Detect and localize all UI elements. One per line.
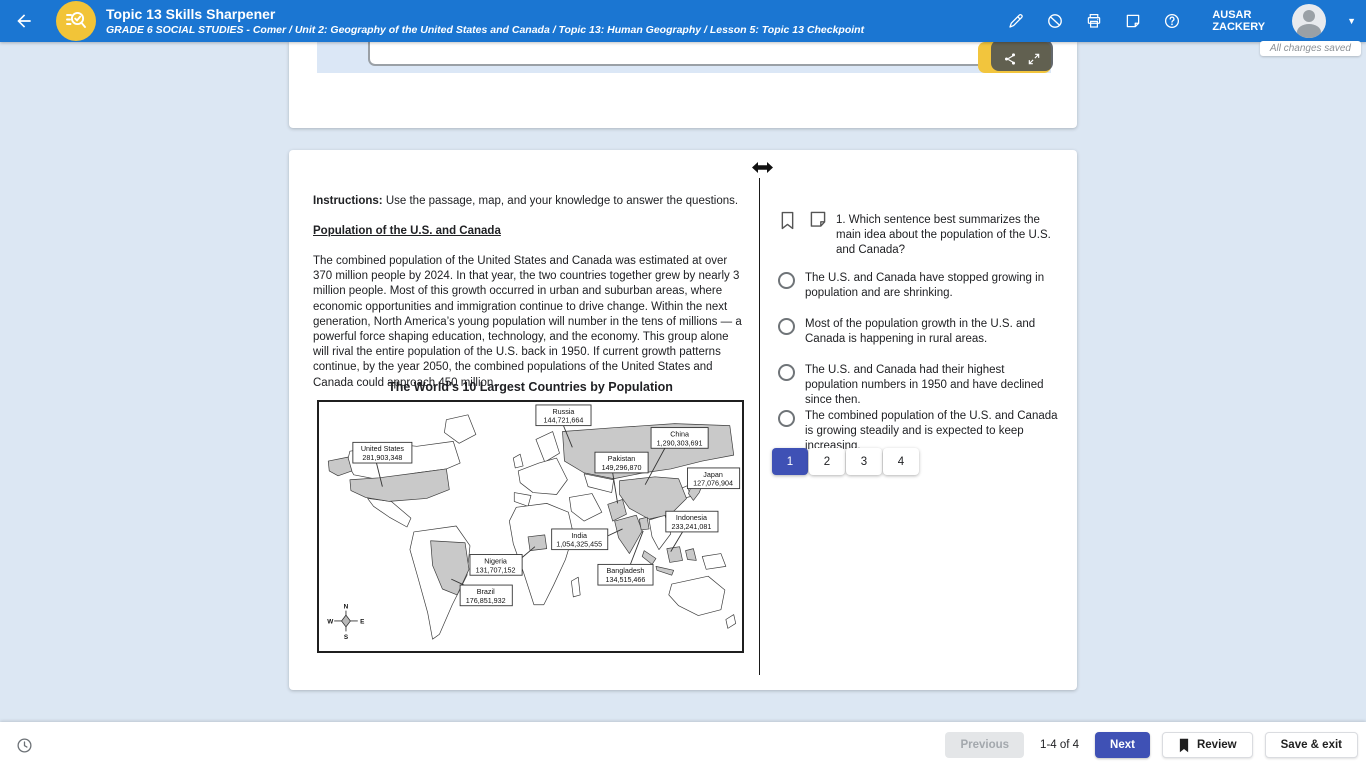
compass-rose-icon: N S W E: [327, 604, 364, 642]
map-label-country: Indonesia: [676, 514, 707, 522]
map-title: The World’s 10 Largest Countries by Popu…: [388, 380, 673, 394]
country-shape-indonesia: [685, 548, 697, 561]
radio-button[interactable]: [778, 318, 795, 335]
help-icon[interactable]: [1163, 12, 1181, 30]
country-shape-indonesia: [666, 546, 683, 563]
map-label-population: 134,515,466: [606, 576, 646, 584]
answer-option-label[interactable]: The U.S. and Canada had their highest po…: [805, 363, 1058, 408]
svg-text:E: E: [360, 618, 364, 625]
radio-button[interactable]: [778, 410, 795, 427]
map-label-population: 131,707,152: [476, 566, 516, 574]
map-label-country: Bangladesh: [607, 567, 645, 575]
timer-clock-icon[interactable]: [16, 737, 33, 754]
map-label-population: 144,721,664: [544, 417, 584, 425]
map-label-population: 127,076,904: [693, 480, 733, 488]
media-toolbar: [991, 42, 1053, 71]
map-label-population: 233,241,081: [671, 523, 711, 531]
app-logo-icon: [56, 1, 96, 41]
passage-panel: Instructions: Use the passage, map, and …: [313, 150, 745, 690]
back-button[interactable]: [4, 1, 44, 41]
instructions-label: Instructions:: [313, 195, 383, 207]
share-icon[interactable]: [1003, 52, 1017, 66]
instructions-text: Use the passage, map, and your knowledge…: [382, 195, 739, 207]
fullscreen-icon[interactable]: [1027, 52, 1041, 66]
answer-option-label[interactable]: The U.S. and Canada have stopped growing…: [805, 271, 1058, 301]
svg-text:Indonesia233,241,081: Indonesia 233,241,081: [671, 514, 711, 531]
map-figure: The World’s 10 Largest Countries by Popu…: [317, 380, 744, 653]
review-button-label: Review: [1196, 739, 1237, 751]
map-label-population: 1,054,325,455: [556, 541, 602, 549]
map-label-population: 176,851,932: [466, 597, 506, 605]
bottom-toolbar: Previous 1-4 of 4 Next Review Save & exi…: [0, 722, 1366, 768]
radio-button[interactable]: [778, 364, 795, 381]
breadcrumb: GRADE 6 SOCIAL STUDIES - Comer / Unit 2:…: [106, 23, 865, 36]
svg-text:Bangladesh134,515,466: Bangladesh 134,515,466: [606, 567, 646, 584]
map-label-country: India: [571, 532, 587, 540]
notes-icon[interactable]: [1124, 12, 1142, 30]
next-button[interactable]: Next: [1095, 732, 1150, 758]
country-shape-nigeria: [527, 534, 548, 551]
map-label-population: 1,290,303,691: [657, 439, 703, 447]
back-arrow-icon: [17, 14, 31, 28]
map-label-country: China: [670, 430, 689, 438]
page-button-2[interactable]: 2: [809, 448, 845, 475]
block-eliminate-icon[interactable]: [1046, 12, 1064, 30]
country-shape-india: [614, 514, 643, 554]
instructions-line: Instructions: Use the passage, map, and …: [313, 194, 745, 209]
map-label-population: 149,296,870: [602, 464, 642, 472]
add-note-icon[interactable]: [810, 211, 826, 228]
svg-text:N: N: [344, 604, 349, 611]
radio-button[interactable]: [778, 272, 795, 289]
page-title: Topic 13 Skills Sharpener: [106, 5, 276, 22]
review-bookmark-icon: [1179, 738, 1189, 752]
user-menu[interactable]: AUSAR ZACKERY: [1212, 9, 1265, 33]
save-exit-button[interactable]: Save & exit: [1264, 732, 1358, 758]
map-label-country: Brazil: [477, 588, 495, 596]
answer-option[interactable]: The U.S. and Canada have stopped growing…: [778, 271, 1058, 301]
svg-text:S: S: [344, 634, 348, 641]
annotate-pen-icon[interactable]: [1007, 12, 1025, 30]
avatar[interactable]: [1292, 4, 1327, 38]
panel-resize-handle[interactable]: [752, 160, 773, 175]
map-label-country: Russia: [553, 408, 575, 416]
country-shape-bangladesh: [638, 516, 650, 531]
map-label-country: United States: [361, 445, 404, 453]
question-text: 1. Which sentence best summarizes the ma…: [836, 214, 1051, 256]
previous-activity-card: [289, 42, 1077, 128]
answer-option[interactable]: The U.S. and Canada had their highest po…: [778, 363, 1058, 408]
print-icon[interactable]: [1085, 12, 1103, 30]
map-label-population: 281,903,348: [362, 454, 402, 462]
activity-input-box: [368, 42, 1040, 66]
passage-body: The combined population of the United St…: [313, 255, 742, 389]
review-button[interactable]: Review: [1161, 732, 1253, 758]
app-header: Topic 13 Skills Sharpener GRADE 6 SOCIAL…: [0, 0, 1366, 42]
map-label-country: Nigeria: [484, 557, 507, 565]
passage-title: Population of the U.S. and Canada: [313, 225, 501, 237]
question-card: Instructions: Use the passage, map, and …: [289, 150, 1077, 690]
answer-option-label[interactable]: Most of the population growth in the U.S…: [805, 317, 1058, 347]
user-first-name: AUSAR: [1212, 9, 1252, 21]
country-shape-indonesia: [641, 550, 657, 565]
page-button-1[interactable]: 1: [772, 448, 808, 475]
question-panel: 1. Which sentence best summarizes the ma…: [772, 150, 1075, 690]
answer-option[interactable]: Most of the population growth in the U.S…: [778, 317, 1058, 347]
map-label-country: Pakistan: [608, 455, 636, 463]
country-shape-indonesia: [655, 566, 675, 576]
page-button-4[interactable]: 4: [883, 448, 919, 475]
map-label-country: Japan: [703, 471, 723, 479]
panel-divider: [759, 178, 760, 675]
world-map: Russia 144,721,664 China 1,290,303,691 Uni…: [317, 400, 744, 653]
question-pagination: 1 2 3 4: [772, 448, 919, 475]
previous-button[interactable]: Previous: [945, 732, 1025, 758]
svg-text:W: W: [327, 618, 334, 625]
user-last-name: ZACKERY: [1212, 21, 1266, 33]
question-range-label: 1-4 of 4: [1040, 739, 1080, 751]
page-button-3[interactable]: 3: [846, 448, 882, 475]
svg-text:United States281,903,348: United States 281,903,348: [361, 445, 404, 462]
save-status-badge: All changes saved: [1259, 41, 1361, 56]
bookmark-question-icon[interactable]: [780, 211, 795, 230]
chevron-down-icon[interactable]: ▼: [1347, 16, 1356, 26]
country-shape-alaska: [327, 456, 353, 477]
